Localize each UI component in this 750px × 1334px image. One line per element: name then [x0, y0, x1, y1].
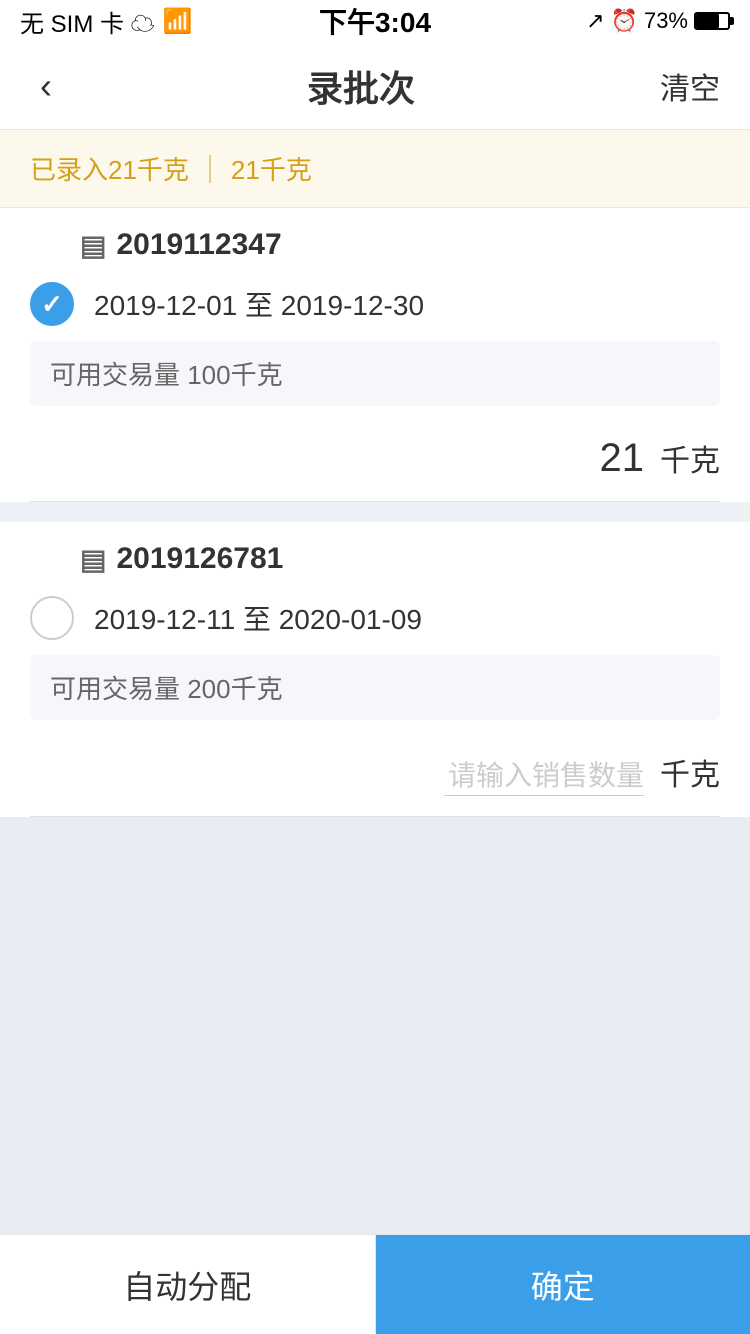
batch2-date-row[interactable]: 2019-12-11 至 2020-01-09 [0, 586, 750, 650]
recorded-label: 已录入21千克 [30, 150, 189, 187]
status-right: ↗ ⏰ 73% [586, 8, 730, 34]
location-icon: ↗ [586, 8, 604, 34]
batch2-availability: 可用交易量 200千克 [30, 655, 720, 720]
batch2-quantity-input[interactable] [444, 750, 644, 796]
footer: 自动分配 确定 [0, 1234, 750, 1334]
summary-value: 21千克 [231, 150, 312, 187]
section-divider-1 [0, 502, 750, 522]
auto-distribute-label: 自动分配 [123, 1262, 251, 1308]
summary-divider [209, 155, 211, 183]
batch-card-1: ▤ 2019112347 2019-12-01 至 2019-12-30 可用交… [0, 208, 750, 502]
batch2-id-row: ▤ 2019126781 [80, 542, 720, 576]
batch1-icon: ▤ [80, 229, 106, 262]
batch1-availability: 可用交易量 100千克 [30, 341, 720, 406]
summary-banner: 已录入21千克 21千克 [0, 130, 750, 208]
auto-distribute-button[interactable]: 自动分配 [0, 1235, 376, 1334]
batch1-header: ▤ 2019112347 [0, 208, 750, 272]
batch2-id: 2019126781 [116, 542, 283, 576]
nav-bar: ‹ 录批次 清空 [0, 42, 750, 130]
batch2-date: 2019-12-11 至 2020-01-09 [94, 598, 422, 638]
confirm-label: 确定 [531, 1262, 595, 1308]
batch2-unit: 千克 [660, 750, 720, 794]
alarm-icon: ⏰ [611, 8, 638, 34]
status-left: 无 SIM 卡 ☁ 📶 [20, 4, 193, 39]
confirm-button[interactable]: 确定 [376, 1235, 750, 1334]
batch2-header: ▤ 2019126781 [0, 522, 750, 586]
sim-label: 无 SIM 卡 ☁ [20, 4, 155, 39]
battery-icon [694, 12, 730, 30]
back-button[interactable]: ‹ [30, 55, 62, 117]
page-title: 录批次 [307, 60, 415, 112]
batch1-radio[interactable] [30, 282, 74, 326]
batch1-unit: 千克 [660, 436, 720, 480]
clear-button[interactable]: 清空 [660, 64, 720, 108]
batch1-id-row: ▤ 2019112347 [80, 228, 720, 262]
batch2-icon: ▤ [80, 543, 106, 576]
batch-card-2: ▤ 2019126781 2019-12-11 至 2020-01-09 可用交… [0, 522, 750, 817]
wifi-icon: 📶 [163, 7, 193, 36]
status-time: 下午3:04 [319, 1, 431, 41]
batch1-date: 2019-12-01 至 2019-12-30 [94, 284, 424, 324]
batch2-radio[interactable] [30, 596, 74, 640]
bottom-empty-area [0, 817, 750, 1237]
batch1-amount-row: 21 千克 [0, 416, 750, 501]
battery-percent: 73% [644, 8, 688, 34]
batch1-amount-value: 21 [600, 436, 645, 481]
batch1-id: 2019112347 [116, 228, 281, 262]
batch1-date-row[interactable]: 2019-12-01 至 2019-12-30 [0, 272, 750, 336]
batch2-amount-row: 千克 [0, 730, 750, 816]
status-bar: 无 SIM 卡 ☁ 📶 下午3:04 ↗ ⏰ 73% [0, 0, 750, 42]
